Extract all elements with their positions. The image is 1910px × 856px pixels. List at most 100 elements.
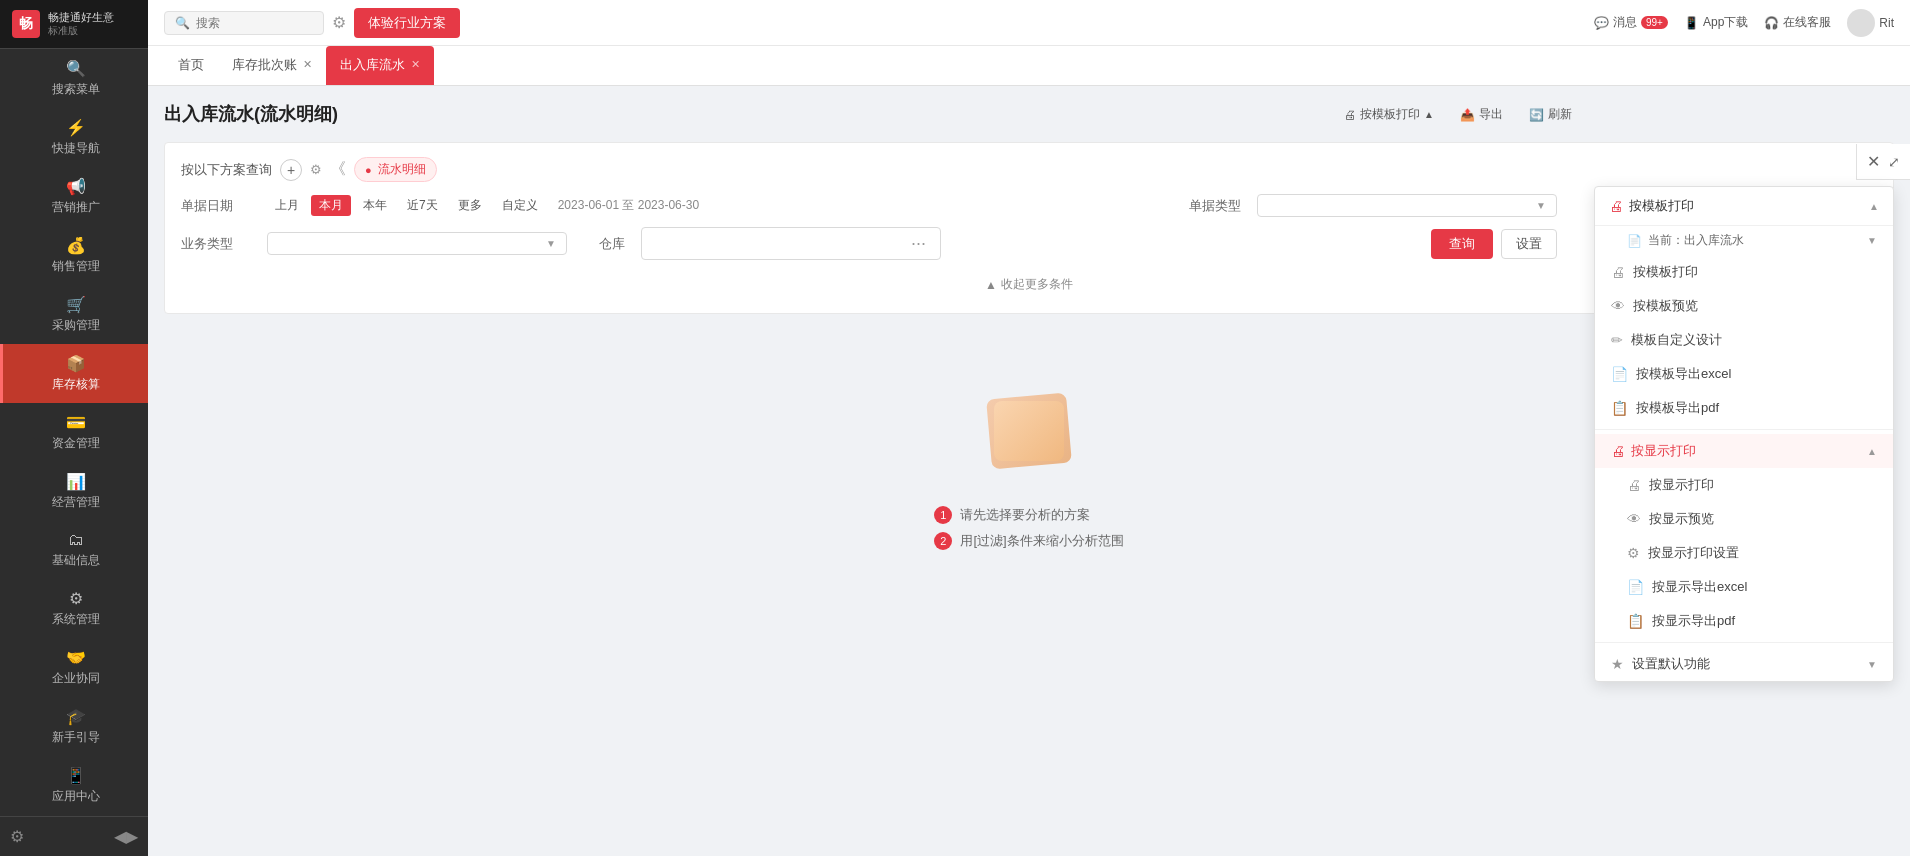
message-button[interactable]: 💬 消息 99+ bbox=[1594, 14, 1668, 31]
filter-tag-label: 流水明细 bbox=[378, 161, 426, 178]
tab-home[interactable]: 首页 bbox=[164, 46, 218, 85]
dropdown-item-template-export-pdf[interactable]: 📋 按模板导出pdf bbox=[1595, 391, 1893, 425]
dropdown-print-icon: 🖨 bbox=[1609, 198, 1623, 214]
date-tab-this-year[interactable]: 本年 bbox=[355, 195, 395, 216]
inventory-icon: 📦 bbox=[66, 354, 86, 373]
online-service-button[interactable]: 🎧 在线客服 bbox=[1764, 14, 1831, 31]
message-icon: 💬 bbox=[1594, 16, 1609, 30]
settings-button[interactable]: 设置 bbox=[1501, 229, 1557, 259]
date-tab-more[interactable]: 更多 bbox=[450, 195, 490, 216]
template-export-excel-label: 按模板导出excel bbox=[1636, 365, 1731, 383]
sidebar-item-label: 经营管理 bbox=[52, 494, 100, 511]
empty-hint-1: 1 请先选择要分析的方案 bbox=[934, 506, 1123, 524]
display-export-pdf-icon: 📋 bbox=[1627, 613, 1644, 629]
set-default-chevron-icon: ▼ bbox=[1867, 659, 1877, 670]
sidebar-item-system[interactable]: ⚙ 系统管理 bbox=[0, 579, 148, 638]
chevron-down-icon: ▼ bbox=[1536, 200, 1546, 211]
date-tab-this-month[interactable]: 本月 bbox=[311, 195, 351, 216]
template-print-icon: 🖨 bbox=[1611, 264, 1625, 280]
search-input[interactable] bbox=[196, 16, 296, 30]
sidebar-item-label: 企业协同 bbox=[52, 670, 100, 687]
sidebar-item-purchase[interactable]: 🛒 采购管理 bbox=[0, 285, 148, 344]
topbar-search-box[interactable]: 🔍 bbox=[164, 11, 324, 35]
sidebar-item-label: 库存核算 bbox=[52, 376, 100, 393]
template-export-pdf-label: 按模板导出pdf bbox=[1636, 399, 1719, 417]
hint-text-2: 用[过滤]条件来缩小分析范围 bbox=[960, 532, 1123, 550]
print-template-button[interactable]: 🖨 按模板打印 ▲ bbox=[1336, 102, 1442, 127]
user-menu[interactable]: Rit bbox=[1847, 9, 1894, 37]
template-custom-icon: ✏ bbox=[1611, 332, 1623, 348]
type-select[interactable]: ▼ bbox=[1257, 194, 1557, 217]
dropdown-item-display-export-excel[interactable]: 📄 按显示导出excel bbox=[1595, 570, 1893, 604]
display-export-excel-label: 按显示导出excel bbox=[1652, 578, 1747, 596]
dropdown-item-template-export-excel[interactable]: 📄 按模板导出excel bbox=[1595, 357, 1893, 391]
topbar: 🔍 ⚙ 体验行业方案 💬 消息 99+ 📱 App下载 🎧 在线客服 R bbox=[148, 0, 1910, 46]
finance-icon: 💳 bbox=[66, 413, 86, 432]
sidebar-item-label: 基础信息 bbox=[52, 552, 100, 569]
sidebar-item-inventory[interactable]: 📦 库存核算 bbox=[0, 344, 148, 403]
business-select[interactable]: ▼ bbox=[267, 232, 567, 255]
app-download-button[interactable]: 📱 App下载 bbox=[1684, 14, 1748, 31]
tab-batch-account-close[interactable]: ✕ bbox=[303, 58, 312, 71]
industry-solution-button[interactable]: 体验行业方案 bbox=[354, 8, 460, 38]
print-dropdown-panel: 🖨 按模板打印 ▲ 📄 当前：出入库流水 ▼ 🖨 按模板打印 👁 按模板预览 bbox=[1594, 186, 1894, 682]
toggle-sidebar-icon[interactable]: ◀▶ bbox=[114, 827, 138, 846]
dropdown-item-display-export-pdf[interactable]: 📋 按显示导出pdf bbox=[1595, 604, 1893, 638]
sidebar-item-quick-nav[interactable]: ⚡ 快捷导航 bbox=[0, 108, 148, 167]
app-download-label: App下载 bbox=[1703, 14, 1748, 31]
guide-icon: 🎓 bbox=[66, 707, 86, 726]
warehouse-select[interactable]: ··· bbox=[641, 227, 941, 260]
date-tab-custom[interactable]: 自定义 bbox=[494, 195, 546, 216]
sidebar-item-basic[interactable]: 🗂 基础信息 bbox=[0, 521, 148, 579]
sidebar-item-apps[interactable]: 📱 应用中心 bbox=[0, 756, 148, 815]
sidebar-item-finance[interactable]: 💳 资金管理 bbox=[0, 403, 148, 462]
sidebar-item-label: 新手引导 bbox=[52, 729, 100, 746]
dropdown-item-template-print[interactable]: 🖨 按模板打印 bbox=[1595, 255, 1893, 289]
tab-in-out-flow[interactable]: 出入库流水 ✕ bbox=[326, 46, 434, 85]
more-icon[interactable]: ··· bbox=[907, 233, 930, 254]
filter-header: 按以下方案查询 + ⚙ 《 ● 流水明细 bbox=[181, 157, 1877, 182]
topbar-left: 🔍 ⚙ 体验行业方案 bbox=[164, 8, 460, 38]
sidebar-item-collab[interactable]: 🤝 企业协同 bbox=[0, 638, 148, 697]
date-tab-7days[interactable]: 近7天 bbox=[399, 195, 446, 216]
sidebar-item-search[interactable]: 🔍 搜索菜单 bbox=[0, 49, 148, 108]
filter-add-button[interactable]: + bbox=[280, 159, 302, 181]
dropdown-item-display-print[interactable]: 🖨 按显示打印 bbox=[1595, 468, 1893, 502]
panel-controls: ✕ ⤢ bbox=[1856, 144, 1910, 180]
online-service-label: 在线客服 bbox=[1783, 14, 1831, 31]
active-filter-tag[interactable]: ● 流水明细 bbox=[354, 157, 437, 182]
panel-expand-button[interactable]: ⤢ bbox=[1888, 154, 1900, 170]
tab-batch-account[interactable]: 库存批次账 ✕ bbox=[218, 46, 326, 85]
export-button[interactable]: 📤 导出 bbox=[1452, 102, 1511, 127]
date-tab-last-month[interactable]: 上月 bbox=[267, 195, 307, 216]
dropdown-display-print-header[interactable]: 🖨 按显示打印 ▲ bbox=[1595, 434, 1893, 468]
sidebar-item-marketing[interactable]: 📢 营销推广 bbox=[0, 167, 148, 226]
display-preview-icon: 👁 bbox=[1627, 511, 1641, 527]
sidebar-item-sales[interactable]: 💰 销售管理 bbox=[0, 226, 148, 285]
marketing-icon: 📢 bbox=[66, 177, 86, 196]
filter-settings-icon[interactable]: ⚙ bbox=[310, 162, 322, 177]
filter-collapse-icon[interactable]: 《 bbox=[330, 159, 346, 180]
dropdown-item-template-preview[interactable]: 👁 按模板预览 bbox=[1595, 289, 1893, 323]
dropdown-item-set-default[interactable]: ★ 设置默认功能 ▼ bbox=[1595, 647, 1893, 681]
tab-in-out-flow-close[interactable]: ✕ bbox=[411, 58, 420, 71]
topbar-gear-icon[interactable]: ⚙ bbox=[332, 13, 346, 32]
settings-footer-icon[interactable]: ⚙ bbox=[10, 827, 24, 846]
dropdown-collapse-icon[interactable]: ▲ bbox=[1869, 201, 1879, 212]
query-button[interactable]: 查询 bbox=[1431, 229, 1493, 259]
sidebar-item-guide[interactable]: 🎓 新手引导 bbox=[0, 697, 148, 756]
tab-bar: 首页 库存批次账 ✕ 出入库流水 ✕ bbox=[148, 46, 1910, 86]
sidebar-item-operations[interactable]: 📊 经营管理 bbox=[0, 462, 148, 521]
refresh-button[interactable]: 🔄 刷新 bbox=[1521, 102, 1580, 127]
hint-text-1: 请先选择要分析的方案 bbox=[960, 506, 1090, 524]
dropdown-header-label: 按模板打印 bbox=[1629, 197, 1694, 215]
set-default-icon: ★ bbox=[1611, 656, 1624, 672]
panel-close-button[interactable]: ✕ bbox=[1867, 152, 1880, 171]
dropdown-item-display-preview[interactable]: 👁 按显示预览 bbox=[1595, 502, 1893, 536]
display-print-icon: 🖨 bbox=[1627, 477, 1641, 493]
dropdown-divider bbox=[1595, 429, 1893, 430]
export-label: 导出 bbox=[1479, 106, 1503, 123]
refresh-icon: 🔄 bbox=[1529, 108, 1544, 122]
dropdown-item-display-print-settings[interactable]: ⚙ 按显示打印设置 bbox=[1595, 536, 1893, 570]
dropdown-item-template-custom[interactable]: ✏ 模板自定义设计 bbox=[1595, 323, 1893, 357]
